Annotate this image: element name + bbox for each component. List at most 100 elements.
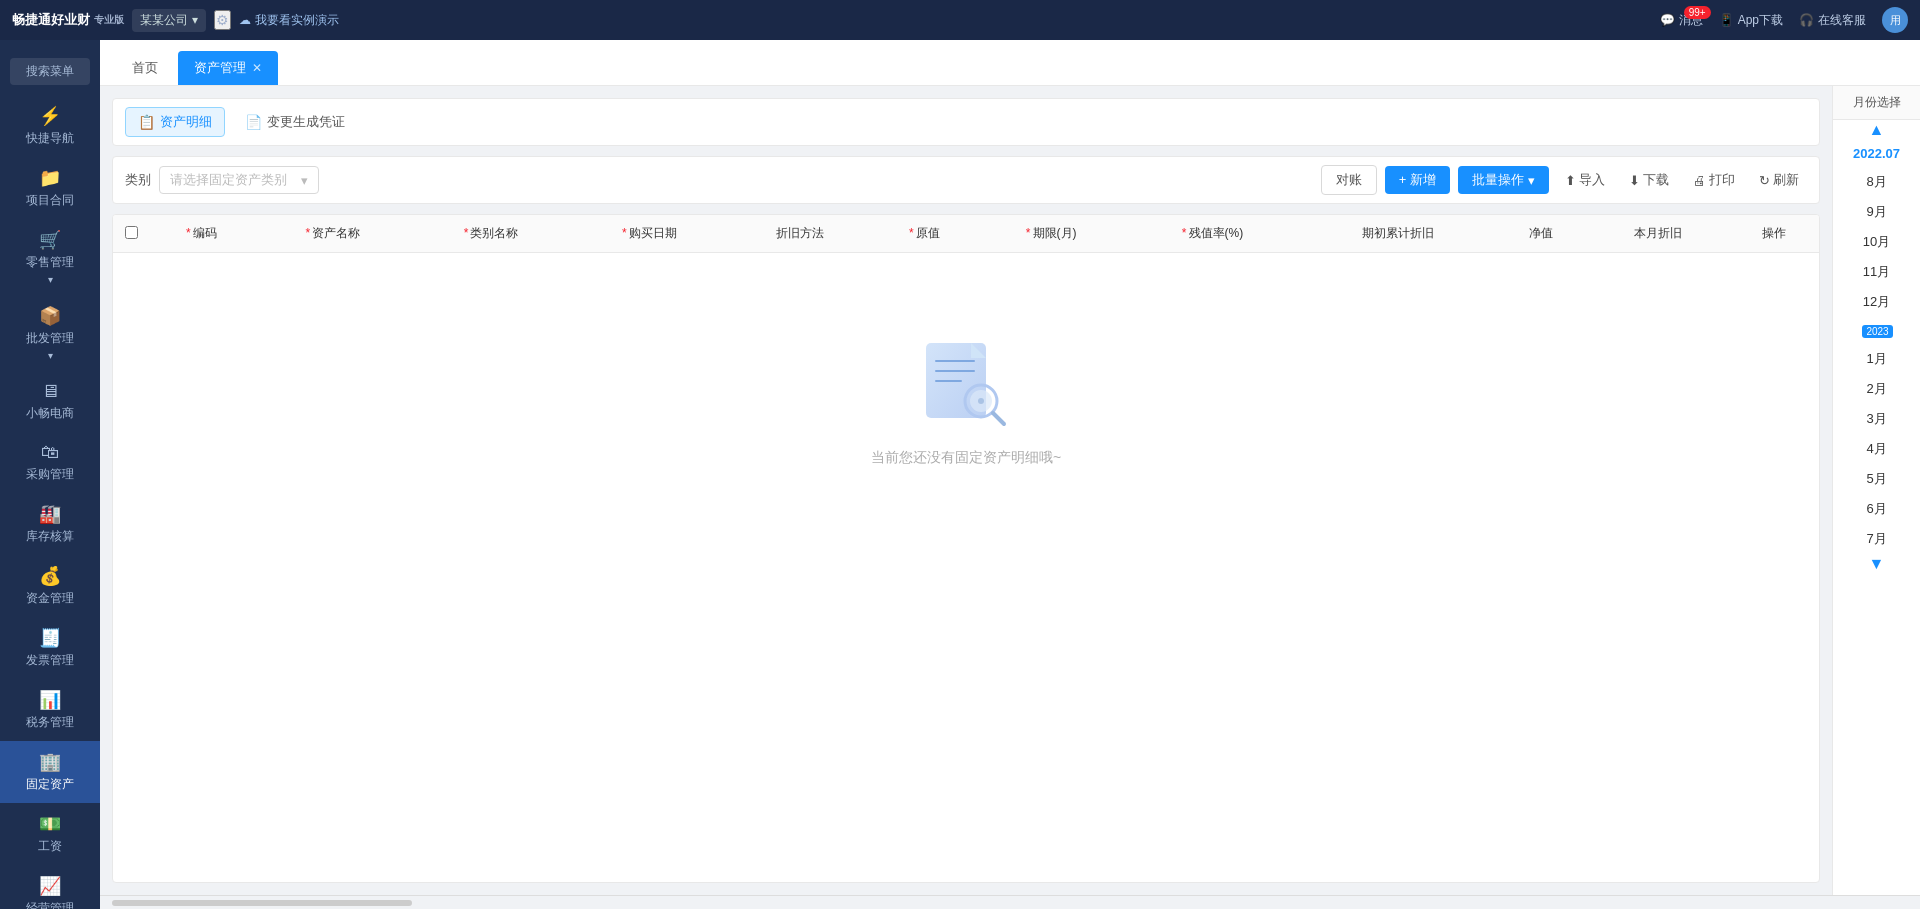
- month-item-8[interactable]: 8月: [1833, 167, 1920, 197]
- sidebar-item-inventory[interactable]: 🏭 库存核算: [0, 493, 100, 555]
- horizontal-scrollbar-thumb[interactable]: [112, 900, 412, 906]
- print-button[interactable]: 🖨 打印: [1685, 166, 1743, 194]
- message-icon: 💬: [1660, 13, 1675, 27]
- select-all-checkbox[interactable]: [125, 226, 138, 239]
- month-item-9[interactable]: 9月: [1833, 197, 1920, 227]
- svg-point-9: [978, 398, 984, 404]
- app-download-button[interactable]: 📱 App下载: [1719, 12, 1783, 29]
- brand-name: 畅捷通好业财: [12, 11, 90, 29]
- sidebar-item-fixed-assets[interactable]: 🏢 固定资产: [0, 741, 100, 803]
- sidebar-item-ecommerce[interactable]: 🖥 小畅电商: [0, 371, 100, 432]
- sidebar-item-finance[interactable]: 💰 资金管理: [0, 555, 100, 617]
- message-badge: 99+: [1684, 6, 1711, 19]
- import-icon: ⬆: [1565, 173, 1576, 188]
- message-button[interactable]: 💬 消息 99+: [1660, 12, 1703, 29]
- quick-nav-icon: ⚡: [39, 105, 61, 127]
- download-icon: ⬇: [1629, 173, 1640, 188]
- month-nav-up-button[interactable]: ▲: [1869, 122, 1885, 138]
- col-accumulated-depreciation: 期初累计折旧: [1299, 215, 1496, 253]
- detail-tab-icon: 📋: [138, 114, 155, 130]
- demo-link[interactable]: ☁ 我要看实例演示: [239, 12, 339, 29]
- search-menu-button[interactable]: 搜索菜单: [10, 58, 90, 85]
- table-header: *编码 *资产名称 *类别名称 *购买日期: [113, 215, 1819, 253]
- company-selector[interactable]: 某某公司 ▾: [132, 9, 206, 32]
- sidebar-item-project[interactable]: 📁 项目合同: [0, 157, 100, 219]
- current-year-display[interactable]: 2022.07: [1833, 140, 1920, 167]
- table-body: 当前您还没有固定资产明细哦~: [113, 253, 1819, 548]
- sidebar-item-invoice[interactable]: 🧾 发票管理: [0, 617, 100, 679]
- tab-asset-mgmt[interactable]: 资产管理 ✕: [178, 51, 278, 85]
- sidebar-item-label: 库存核算: [26, 528, 74, 545]
- sidebar-item-label: 批发管理: [26, 330, 74, 347]
- sidebar-item-label: 税务管理: [26, 714, 74, 731]
- month-item-4[interactable]: 4月: [1833, 434, 1920, 464]
- phone-icon: 📱: [1719, 13, 1734, 27]
- chevron-down-icon: ▾: [48, 350, 53, 361]
- sidebar-item-tax[interactable]: 📊 税务管理: [0, 679, 100, 741]
- month-item-11[interactable]: 11月: [1833, 257, 1920, 287]
- sidebar-item-business[interactable]: 📈 经营管理: [0, 865, 100, 909]
- tab-close-icon[interactable]: ✕: [252, 61, 262, 75]
- sub-tab-detail[interactable]: 📋 资产明细: [125, 107, 225, 137]
- refresh-button[interactable]: ↻ 刷新: [1751, 166, 1807, 194]
- sidebar-item-wholesale[interactable]: 📦 批发管理 ▾: [0, 295, 100, 371]
- batch-button[interactable]: 批量操作 ▾: [1458, 166, 1549, 194]
- month-item-1[interactable]: 1月: [1833, 344, 1920, 374]
- brand-edition: 专业版: [94, 13, 124, 27]
- empty-text: 当前您还没有固定资产明细哦~: [871, 449, 1061, 467]
- month-nav-down: ▼: [1833, 554, 1920, 574]
- month-nav-down-button[interactable]: ▼: [1869, 556, 1885, 572]
- category-filter[interactable]: 请选择固定资产类别 ▾: [159, 166, 319, 194]
- assets-data-table: *编码 *资产名称 *类别名称 *购买日期: [113, 215, 1819, 547]
- reconcile-button[interactable]: 对账: [1321, 165, 1377, 195]
- add-button[interactable]: + 新增: [1385, 166, 1450, 194]
- download-button[interactable]: ⬇ 下载: [1621, 166, 1677, 194]
- col-name: *资产名称: [254, 215, 412, 253]
- sidebar-item-label: 工资: [38, 838, 62, 855]
- sidebar-item-label: 采购管理: [26, 466, 74, 483]
- user-avatar[interactable]: 用: [1882, 7, 1908, 33]
- cloud-icon: ☁: [239, 13, 251, 27]
- month-item-7[interactable]: 7月: [1833, 524, 1920, 554]
- project-icon: 📁: [39, 167, 61, 189]
- filter-label: 类别: [125, 171, 151, 189]
- empty-state: 当前您还没有固定资产明细哦~: [113, 253, 1819, 547]
- business-icon: 📈: [39, 875, 61, 897]
- settings-button[interactable]: ⚙: [214, 10, 231, 30]
- fixed-assets-icon: 🏢: [39, 751, 61, 773]
- sidebar-item-label: 固定资产: [26, 776, 74, 793]
- page-content: 📋 资产明细 📄 变更生成凭证 类别 请选择固定资产类别 ▾: [100, 86, 1920, 895]
- ecommerce-icon: 🖥: [41, 381, 59, 402]
- sidebar-item-purchase[interactable]: 🛍 采购管理: [0, 432, 100, 493]
- svg-line-8: [993, 413, 1004, 424]
- tab-home[interactable]: 首页: [116, 51, 174, 85]
- online-service-button[interactable]: 🎧 在线客服: [1799, 12, 1866, 29]
- sidebar-item-retail[interactable]: 🛒 零售管理 ▾: [0, 219, 100, 295]
- sub-tabs: 📋 资产明细 📄 变更生成凭证: [112, 98, 1820, 146]
- sidebar-item-quick-nav[interactable]: ⚡ 快捷导航: [0, 95, 100, 157]
- select-all-header: [113, 215, 149, 253]
- headset-icon: 🎧: [1799, 13, 1814, 27]
- content-area: 首页 资产管理 ✕ 📋 资产明细 📄 变更生成凭证: [100, 40, 1920, 909]
- import-button[interactable]: ⬆ 导入: [1557, 166, 1613, 194]
- empty-illustration: [906, 333, 1026, 433]
- main-panel: 📋 资产明细 📄 变更生成凭证 类别 请选择固定资产类别 ▾: [100, 86, 1832, 895]
- toolbar-left: 类别 请选择固定资产类别 ▾: [125, 166, 319, 194]
- col-monthly-depreciation: 本月折旧: [1586, 215, 1729, 253]
- assets-table: *编码 *资产名称 *类别名称 *购买日期: [112, 214, 1820, 883]
- month-item-5[interactable]: 5月: [1833, 464, 1920, 494]
- month-item-12[interactable]: 12月: [1833, 287, 1920, 317]
- month-item-2[interactable]: 2月: [1833, 374, 1920, 404]
- month-item-3[interactable]: 3月: [1833, 404, 1920, 434]
- month-item-6[interactable]: 6月: [1833, 494, 1920, 524]
- bottom-scrollbar: [100, 895, 1920, 909]
- sidebar-item-label: 资金管理: [26, 590, 74, 607]
- sidebar-item-salary[interactable]: 💵 工资: [0, 803, 100, 865]
- invoice-icon: 🧾: [39, 627, 61, 649]
- month-item-10[interactable]: 10月: [1833, 227, 1920, 257]
- chevron-down-icon: ▾: [192, 13, 198, 27]
- chevron-down-icon: ▾: [48, 274, 53, 285]
- sub-tab-change[interactable]: 📄 变更生成凭证: [233, 108, 357, 136]
- main-layout: 搜索菜单 ⚡ 快捷导航 📁 项目合同 🛒 零售管理 ▾ 📦 批发管理 ▾ 🖥 小…: [0, 40, 1920, 909]
- top-bar-left: 畅捷通好业财 专业版 某某公司 ▾ ⚙ ☁ 我要看实例演示: [12, 9, 339, 32]
